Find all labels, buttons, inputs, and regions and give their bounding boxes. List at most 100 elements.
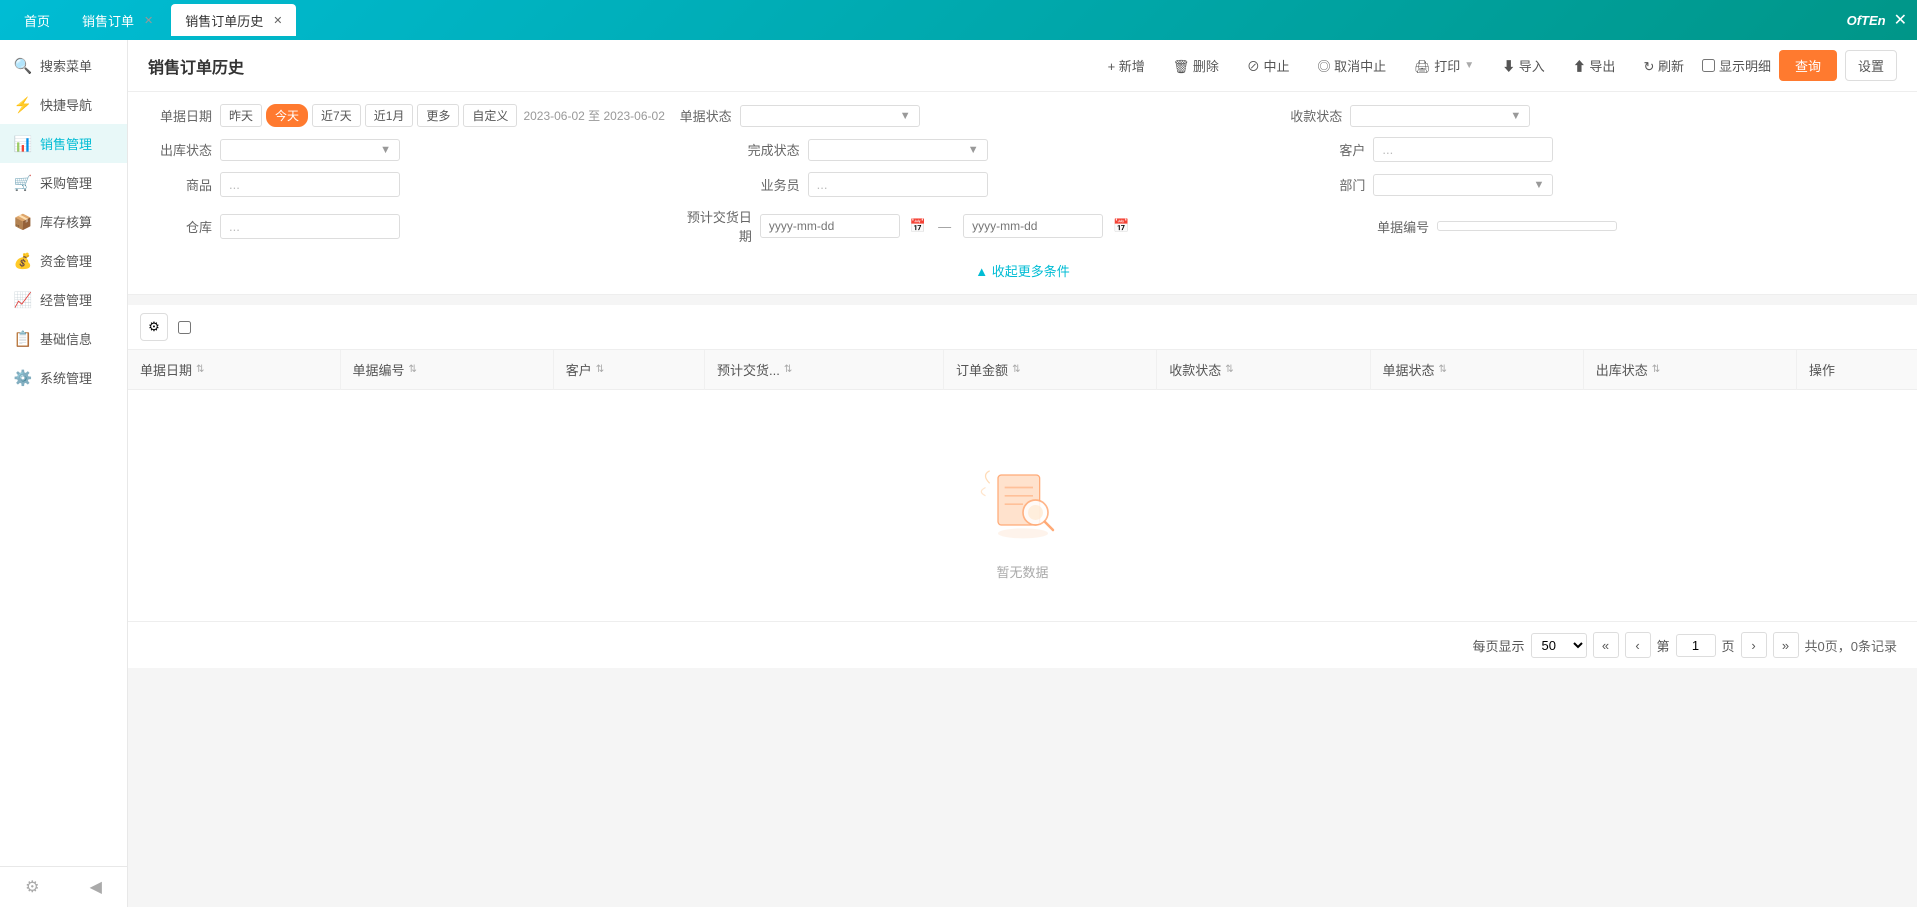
tab-sales-order-history-close[interactable]: ✕: [273, 14, 282, 27]
date-last7days-btn[interactable]: 近7天: [312, 104, 361, 127]
sidebar: 🔍 搜索菜单 ⚡ 快捷导航 📊 销售管理 🛒 采购管理 📦 库存核算 💰 资金管…: [0, 40, 128, 907]
table-settings-btn[interactable]: ⚙: [140, 313, 168, 341]
first-page-button[interactable]: «: [1593, 632, 1619, 658]
sidebar-item-sales-mgmt[interactable]: 📊 销售管理: [0, 124, 127, 163]
sidebar-item-system-mgmt[interactable]: ⚙️ 系统管理: [0, 358, 127, 397]
delivery-status-label: 出库状态: [148, 140, 220, 159]
expected-delivery-start[interactable]: [760, 214, 900, 238]
salesperson-input[interactable]: ...: [808, 172, 988, 197]
date-more-btn[interactable]: 更多: [417, 104, 459, 127]
cancel-stop-button-label: ◎ 取消中止: [1318, 56, 1387, 75]
sidebar-item-purchase-mgmt[interactable]: 🛒 采购管理: [0, 163, 127, 202]
search-button[interactable]: 查询: [1779, 50, 1837, 81]
page-number-input[interactable]: [1676, 634, 1716, 657]
warehouse-input[interactable]: ...: [220, 214, 400, 239]
collapse-text: ▲ 收起更多条件: [975, 264, 1069, 279]
customer-label: 客户: [1331, 140, 1373, 159]
main-layout: 🔍 搜索菜单 ⚡ 快捷导航 📊 销售管理 🛒 采购管理 📦 库存核算 💰 资金管…: [0, 40, 1917, 907]
payment-status-label: 收款状态: [1286, 106, 1350, 125]
show-detail-checkbox-label[interactable]: 显示明细: [1702, 56, 1771, 75]
quick-nav-icon: ⚡: [14, 96, 32, 114]
sidebar-item-quick-nav[interactable]: ⚡ 快捷导航: [0, 85, 127, 124]
customer-dots: ...: [1382, 142, 1393, 157]
sidebar-settings-icon[interactable]: ⚙: [25, 877, 39, 897]
sidebar-item-operation-mgmt[interactable]: 📈 经营管理: [0, 280, 127, 319]
first-page-icon: «: [1602, 638, 1609, 653]
date-yesterday-btn[interactable]: 昨天: [220, 104, 262, 127]
col-order-amount-label: 订单金额: [956, 360, 1008, 379]
date-last1month-btn[interactable]: 近1月: [365, 104, 414, 127]
new-button[interactable]: + 新增: [1098, 51, 1155, 80]
payment-status-select[interactable]: ▼: [1350, 105, 1530, 127]
product-label: 商品: [148, 175, 220, 194]
per-page-select[interactable]: 50 10 20 100: [1531, 633, 1587, 658]
col-expected-delivery-sort-icon[interactable]: ⇅: [784, 364, 792, 375]
order-no-input[interactable]: [1437, 221, 1617, 231]
sidebar-item-capital-mgmt[interactable]: 💰 资金管理: [0, 241, 127, 280]
last-page-button[interactable]: »: [1773, 632, 1799, 658]
sidebar-item-quick-nav-label: 快捷导航: [40, 95, 92, 114]
delete-button-label: 🗑 删除: [1173, 56, 1219, 75]
sidebar-item-base-info[interactable]: 📋 基础信息: [0, 319, 127, 358]
next-page-button[interactable]: ›: [1741, 632, 1767, 658]
settings-config-button[interactable]: 设置: [1845, 50, 1897, 81]
date-filter-control: 昨天 今天 近7天 近1月 更多 自定义 2023-06-02 至 2023-0…: [220, 104, 676, 127]
tab-home[interactable]: 首页: [10, 4, 64, 36]
date-today-btn[interactable]: 今天: [266, 104, 308, 127]
col-payment-status-sort-icon[interactable]: ⇅: [1225, 364, 1233, 375]
show-detail-checkbox[interactable]: [1702, 59, 1715, 72]
filter-row-3: 商品 ... 业务员 ... 部门 ▼: [148, 172, 1897, 197]
operation-mgmt-icon: 📈: [14, 291, 32, 309]
calendar-icon-start[interactable]: 📅: [910, 218, 926, 234]
col-order-amount-sort-icon[interactable]: ⇅: [1012, 364, 1020, 375]
department-label: 部门: [1331, 175, 1373, 194]
topbar-close-icon[interactable]: ✕: [1894, 10, 1907, 30]
date-custom-btn[interactable]: 自定义: [463, 104, 517, 127]
export-button[interactable]: ⬆ 导出: [1563, 51, 1626, 80]
filter-row-2: 出库状态 ▼ 完成状态 ▼ 客户 ...: [148, 137, 1897, 162]
tab-sales-order[interactable]: 销售订单 ✕: [68, 4, 167, 36]
prev-page-button[interactable]: ‹: [1625, 632, 1651, 658]
col-delivery-status-label: 出库状态: [1596, 360, 1648, 379]
calendar-icon-end[interactable]: 📅: [1113, 218, 1129, 234]
order-status-select[interactable]: ▼: [740, 105, 920, 127]
top-bar: 首页 销售订单 ✕ 销售订单历史 ✕ OfTEn ✕: [0, 0, 1917, 40]
empty-state-icon: [973, 450, 1073, 550]
customer-input[interactable]: ...: [1373, 137, 1553, 162]
date-quick-btns: 昨天 今天 近7天 近1月 更多 自定义: [220, 104, 517, 127]
toolbar: + 新增 🗑 删除 ⊘ 中止 ◎ 取消中止 🖨 打印 ▼ ⬇ 导入: [1098, 50, 1897, 81]
tab-sales-order-close[interactable]: ✕: [144, 14, 153, 27]
select-all-checkbox[interactable]: [178, 321, 191, 334]
warehouse-label: 仓库: [148, 217, 220, 236]
top-right: OfTEn ✕: [1847, 10, 1907, 30]
department-select[interactable]: ▼: [1373, 174, 1553, 196]
sidebar-item-inventory-mgmt[interactable]: 📦 库存核算: [0, 202, 127, 241]
col-date-sort-icon[interactable]: ⇅: [196, 364, 204, 375]
date-label: 单据日期: [148, 106, 220, 125]
filter-area: 单据日期 昨天 今天 近7天 近1月 更多 自定义 2023-06-02 至 2…: [128, 92, 1917, 295]
total-text: 共0页，0条记录: [1805, 636, 1897, 655]
print-button[interactable]: 🖨 打印 ▼: [1404, 51, 1484, 80]
warehouse-dots: ...: [229, 219, 240, 234]
collapse-link[interactable]: ▲ 收起更多条件: [148, 255, 1897, 282]
col-order-status-sort-icon[interactable]: ⇅: [1439, 364, 1447, 375]
refresh-button[interactable]: ↻ 刷新: [1633, 51, 1694, 80]
sidebar-item-search-menu[interactable]: 🔍 搜索菜单: [0, 46, 127, 85]
page-header: 销售订单历史 + 新增 🗑 删除 ⊘ 中止 ◎ 取消中止 🖨 打印 ▼: [128, 40, 1917, 92]
tab-sales-order-history[interactable]: 销售订单历史 ✕: [171, 4, 296, 36]
refresh-button-label: ↻ 刷新: [1643, 56, 1684, 75]
complete-status-label: 完成状态: [744, 140, 808, 159]
expected-delivery-end[interactable]: [963, 214, 1103, 238]
col-delivery-status-sort-icon[interactable]: ⇅: [1652, 364, 1660, 375]
import-button[interactable]: ⬇ 导入: [1492, 51, 1555, 80]
col-no-sort-icon[interactable]: ⇅: [409, 364, 417, 375]
delete-button[interactable]: 🗑 删除: [1163, 51, 1229, 80]
cancel-stop-button[interactable]: ◎ 取消中止: [1308, 51, 1397, 80]
stop-button[interactable]: ⊘ 中止: [1237, 51, 1300, 80]
sidebar-collapse-icon[interactable]: ◀: [90, 877, 102, 897]
col-customer-sort-icon[interactable]: ⇅: [596, 364, 604, 375]
complete-status-select[interactable]: ▼: [808, 139, 988, 161]
delivery-status-select[interactable]: ▼: [220, 139, 400, 161]
product-input[interactable]: ...: [220, 172, 400, 197]
col-payment-status-label: 收款状态: [1169, 360, 1221, 379]
